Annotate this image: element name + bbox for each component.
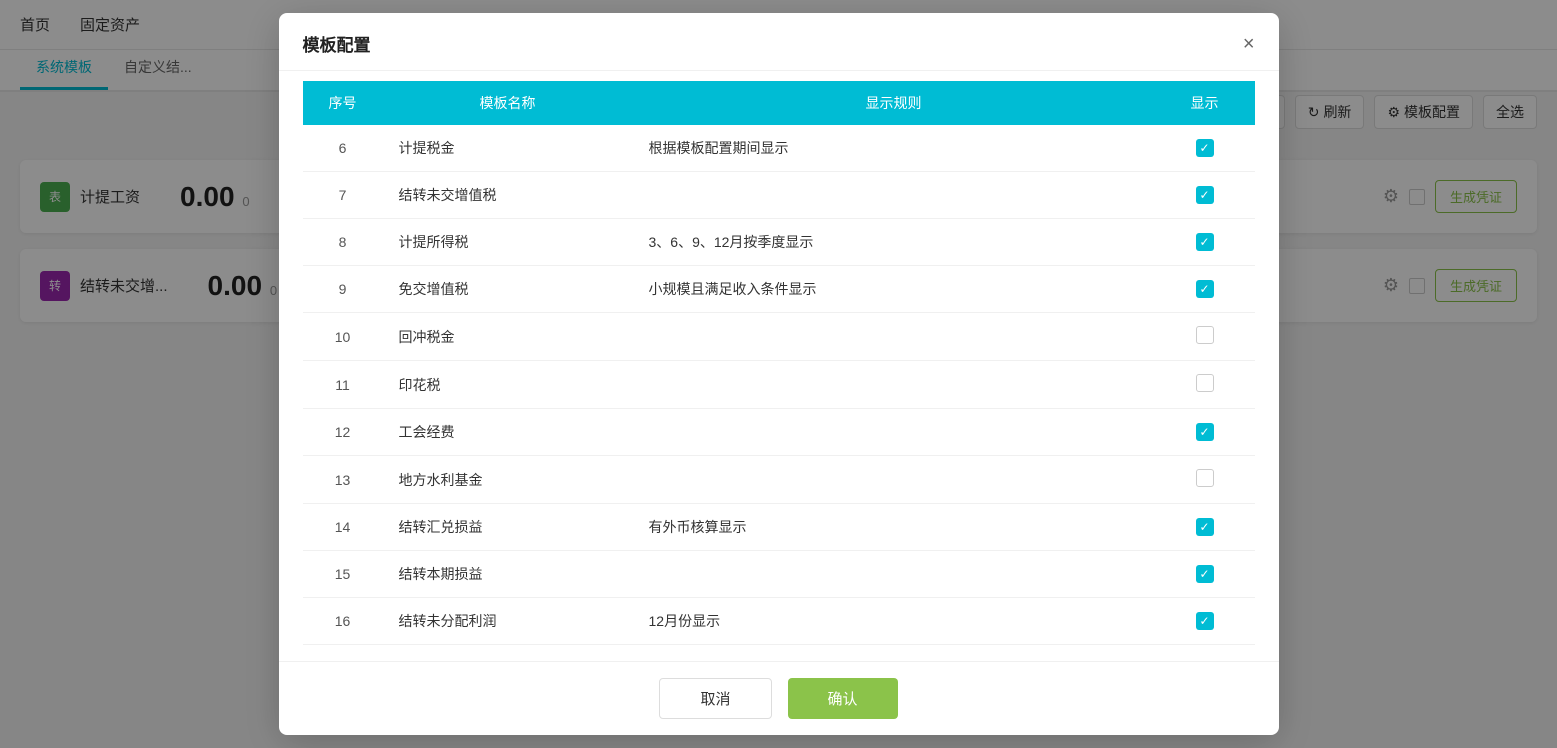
- table-row: 8计提所得税3、6、9、12月按季度显示 ✓: [303, 219, 1255, 266]
- cell-checkbox[interactable]: ✓: [1155, 551, 1255, 598]
- cell-rule: [633, 409, 1155, 456]
- cell-seq: 7: [303, 172, 383, 219]
- checkbox-10[interactable]: ✓: [1196, 612, 1214, 630]
- table-row: 12工会经费 ✓: [303, 409, 1255, 456]
- cell-name: 结转未交增值税: [383, 172, 633, 219]
- checkbox-5[interactable]: [1196, 374, 1214, 392]
- cell-checkbox[interactable]: ✓: [1155, 504, 1255, 551]
- table-row: 7结转未交增值税 ✓: [303, 172, 1255, 219]
- cell-name: 计提税金: [383, 125, 633, 172]
- checkbox-2[interactable]: ✓: [1196, 233, 1214, 251]
- cell-seq: 15: [303, 551, 383, 598]
- cell-checkbox[interactable]: [1155, 313, 1255, 361]
- col-show: 显示: [1155, 81, 1255, 125]
- checkbox-4[interactable]: [1196, 326, 1214, 344]
- cell-rule: [633, 551, 1155, 598]
- cell-name: 地方水利基金: [383, 456, 633, 504]
- modal-overlay: 模板配置 × 序号 模板名称 显示规则 显示 6计提税金根据模板配置期间显示✓7…: [0, 0, 1557, 748]
- cell-rule: 有外币核算显示: [633, 504, 1155, 551]
- checkbox-3[interactable]: ✓: [1196, 280, 1214, 298]
- cell-checkbox[interactable]: ✓: [1155, 266, 1255, 313]
- cell-seq: 8: [303, 219, 383, 266]
- config-table: 序号 模板名称 显示规则 显示 6计提税金根据模板配置期间显示✓7结转未交增值税…: [303, 81, 1255, 645]
- cell-name: 印花税: [383, 361, 633, 409]
- cell-rule: [633, 361, 1155, 409]
- cell-checkbox[interactable]: [1155, 361, 1255, 409]
- modal-body: 序号 模板名称 显示规则 显示 6计提税金根据模板配置期间显示✓7结转未交增值税…: [279, 71, 1279, 661]
- table-row: 16结转未分配利润12月份显示 ✓: [303, 598, 1255, 645]
- cell-name: 结转汇兑损益: [383, 504, 633, 551]
- confirm-button[interactable]: 确认: [788, 678, 898, 719]
- cell-rule: 12月份显示: [633, 598, 1155, 645]
- checkbox-0[interactable]: ✓: [1196, 139, 1214, 157]
- checkbox-1[interactable]: ✓: [1196, 186, 1214, 204]
- cell-rule: [633, 313, 1155, 361]
- checkbox-8[interactable]: ✓: [1196, 518, 1214, 536]
- cell-rule: 小规模且满足收入条件显示: [633, 266, 1155, 313]
- cell-name: 结转未分配利润: [383, 598, 633, 645]
- modal-close-button[interactable]: ×: [1243, 34, 1255, 54]
- cell-seq: 13: [303, 456, 383, 504]
- table-row: 11印花税: [303, 361, 1255, 409]
- cell-checkbox[interactable]: ✓: [1155, 172, 1255, 219]
- cell-checkbox[interactable]: ✓: [1155, 598, 1255, 645]
- cancel-button[interactable]: 取消: [659, 678, 771, 719]
- checkbox-9[interactable]: ✓: [1196, 565, 1214, 583]
- table-row: 9免交增值税小规模且满足收入条件显示 ✓: [303, 266, 1255, 313]
- cell-seq: 10: [303, 313, 383, 361]
- cell-name: 计提所得税: [383, 219, 633, 266]
- cell-checkbox[interactable]: ✓: [1155, 409, 1255, 456]
- cell-seq: 9: [303, 266, 383, 313]
- cell-seq: 11: [303, 361, 383, 409]
- modal-template-config: 模板配置 × 序号 模板名称 显示规则 显示 6计提税金根据模板配置期间显示✓7…: [279, 13, 1279, 735]
- col-seq: 序号: [303, 81, 383, 125]
- cell-checkbox[interactable]: ✓: [1155, 219, 1255, 266]
- cell-rule: [633, 172, 1155, 219]
- table-row: 15结转本期损益 ✓: [303, 551, 1255, 598]
- col-rule: 显示规则: [633, 81, 1155, 125]
- col-name: 模板名称: [383, 81, 633, 125]
- cell-seq: 12: [303, 409, 383, 456]
- cell-checkbox[interactable]: ✓: [1155, 125, 1255, 172]
- modal-title: 模板配置: [303, 31, 371, 56]
- checkbox-7[interactable]: [1196, 469, 1214, 487]
- cell-checkbox[interactable]: [1155, 456, 1255, 504]
- cell-name: 免交增值税: [383, 266, 633, 313]
- cell-name: 工会经费: [383, 409, 633, 456]
- checkbox-6[interactable]: ✓: [1196, 423, 1214, 441]
- table-row: 13地方水利基金: [303, 456, 1255, 504]
- cell-rule: 根据模板配置期间显示: [633, 125, 1155, 172]
- modal-footer: 取消 确认: [279, 661, 1279, 735]
- cell-seq: 6: [303, 125, 383, 172]
- cell-seq: 16: [303, 598, 383, 645]
- table-row: 10回冲税金: [303, 313, 1255, 361]
- cell-rule: 3、6、9、12月按季度显示: [633, 219, 1155, 266]
- cell-name: 回冲税金: [383, 313, 633, 361]
- table-row: 14结转汇兑损益有外币核算显示 ✓: [303, 504, 1255, 551]
- table-header-row: 序号 模板名称 显示规则 显示: [303, 81, 1255, 125]
- modal-header: 模板配置 ×: [279, 13, 1279, 71]
- cell-seq: 14: [303, 504, 383, 551]
- table-row: 6计提税金根据模板配置期间显示 ✓: [303, 125, 1255, 172]
- cell-rule: [633, 456, 1155, 504]
- cell-name: 结转本期损益: [383, 551, 633, 598]
